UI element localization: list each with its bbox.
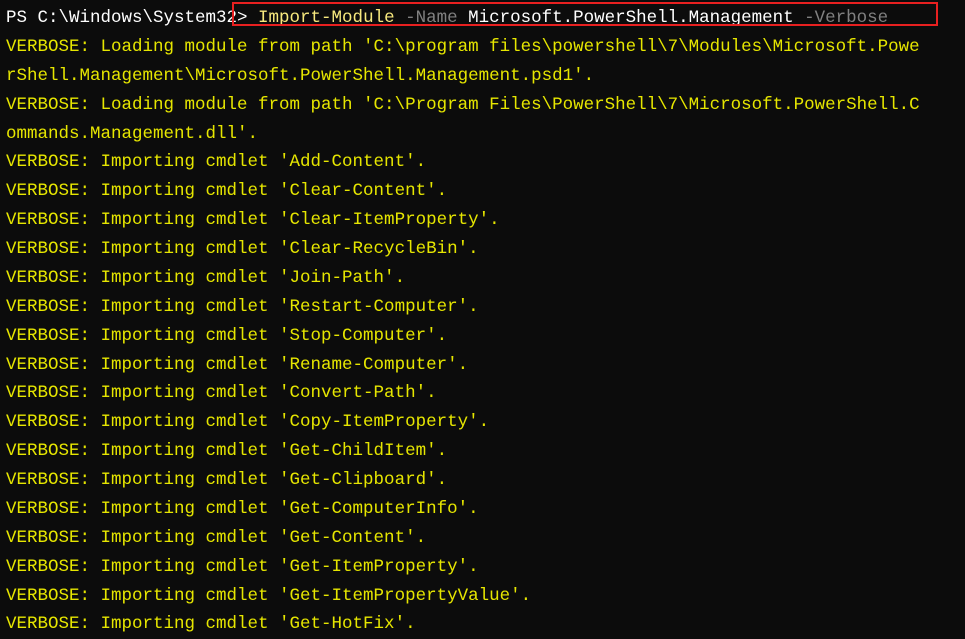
- ps-prompt: PS C:\Windows\System32>: [6, 8, 258, 28]
- verbose-line: VERBOSE: Importing cmdlet 'Convert-Path'…: [6, 379, 959, 408]
- verbose-line: VERBOSE: Loading module from path 'C:\Pr…: [6, 91, 959, 120]
- verbose-line: VERBOSE: Importing cmdlet 'Get-ItemPrope…: [6, 582, 959, 611]
- verbose-line: VERBOSE: Importing cmdlet 'Join-Path'.: [6, 264, 959, 293]
- verbose-line: VERBOSE: Importing cmdlet 'Stop-Computer…: [6, 322, 959, 351]
- cmdlet-name: Import-Module: [258, 8, 395, 28]
- verbose-line: VERBOSE: Loading module from path 'C:\pr…: [6, 33, 959, 62]
- param-verbose-flag: -Verbose: [794, 8, 889, 28]
- verbose-line: VERBOSE: Importing cmdlet 'Get-Clipboard…: [6, 466, 959, 495]
- verbose-line: VERBOSE: Importing cmdlet 'Get-ItemPrope…: [6, 553, 959, 582]
- verbose-output: VERBOSE: Loading module from path 'C:\pr…: [6, 33, 959, 639]
- verbose-line: VERBOSE: Importing cmdlet 'Clear-Content…: [6, 177, 959, 206]
- verbose-line: VERBOSE: Importing cmdlet 'Copy-ItemProp…: [6, 408, 959, 437]
- verbose-line: VERBOSE: Importing cmdlet 'Get-ComputerI…: [6, 495, 959, 524]
- verbose-line: VERBOSE: Importing cmdlet 'Clear-Recycle…: [6, 235, 959, 264]
- module-name-arg: Microsoft.PowerShell.Management: [468, 8, 794, 28]
- verbose-line: VERBOSE: Importing cmdlet 'Get-ChildItem…: [6, 437, 959, 466]
- verbose-line: rShell.Management\Microsoft.PowerShell.M…: [6, 62, 959, 91]
- verbose-line: VERBOSE: Importing cmdlet 'Get-HotFix'.: [6, 610, 959, 639]
- verbose-line: VERBOSE: Importing cmdlet 'Clear-ItemPro…: [6, 206, 959, 235]
- verbose-line: VERBOSE: Importing cmdlet 'Get-Content'.: [6, 524, 959, 553]
- verbose-line: VERBOSE: Importing cmdlet 'Add-Content'.: [6, 148, 959, 177]
- verbose-line: VERBOSE: Importing cmdlet 'Rename-Comput…: [6, 351, 959, 380]
- param-name-flag: -Name: [395, 8, 469, 28]
- verbose-line: VERBOSE: Importing cmdlet 'Restart-Compu…: [6, 293, 959, 322]
- verbose-line: ommands.Management.dll'.: [6, 120, 959, 149]
- command-line[interactable]: PS C:\Windows\System32> Import-Module -N…: [6, 4, 959, 33]
